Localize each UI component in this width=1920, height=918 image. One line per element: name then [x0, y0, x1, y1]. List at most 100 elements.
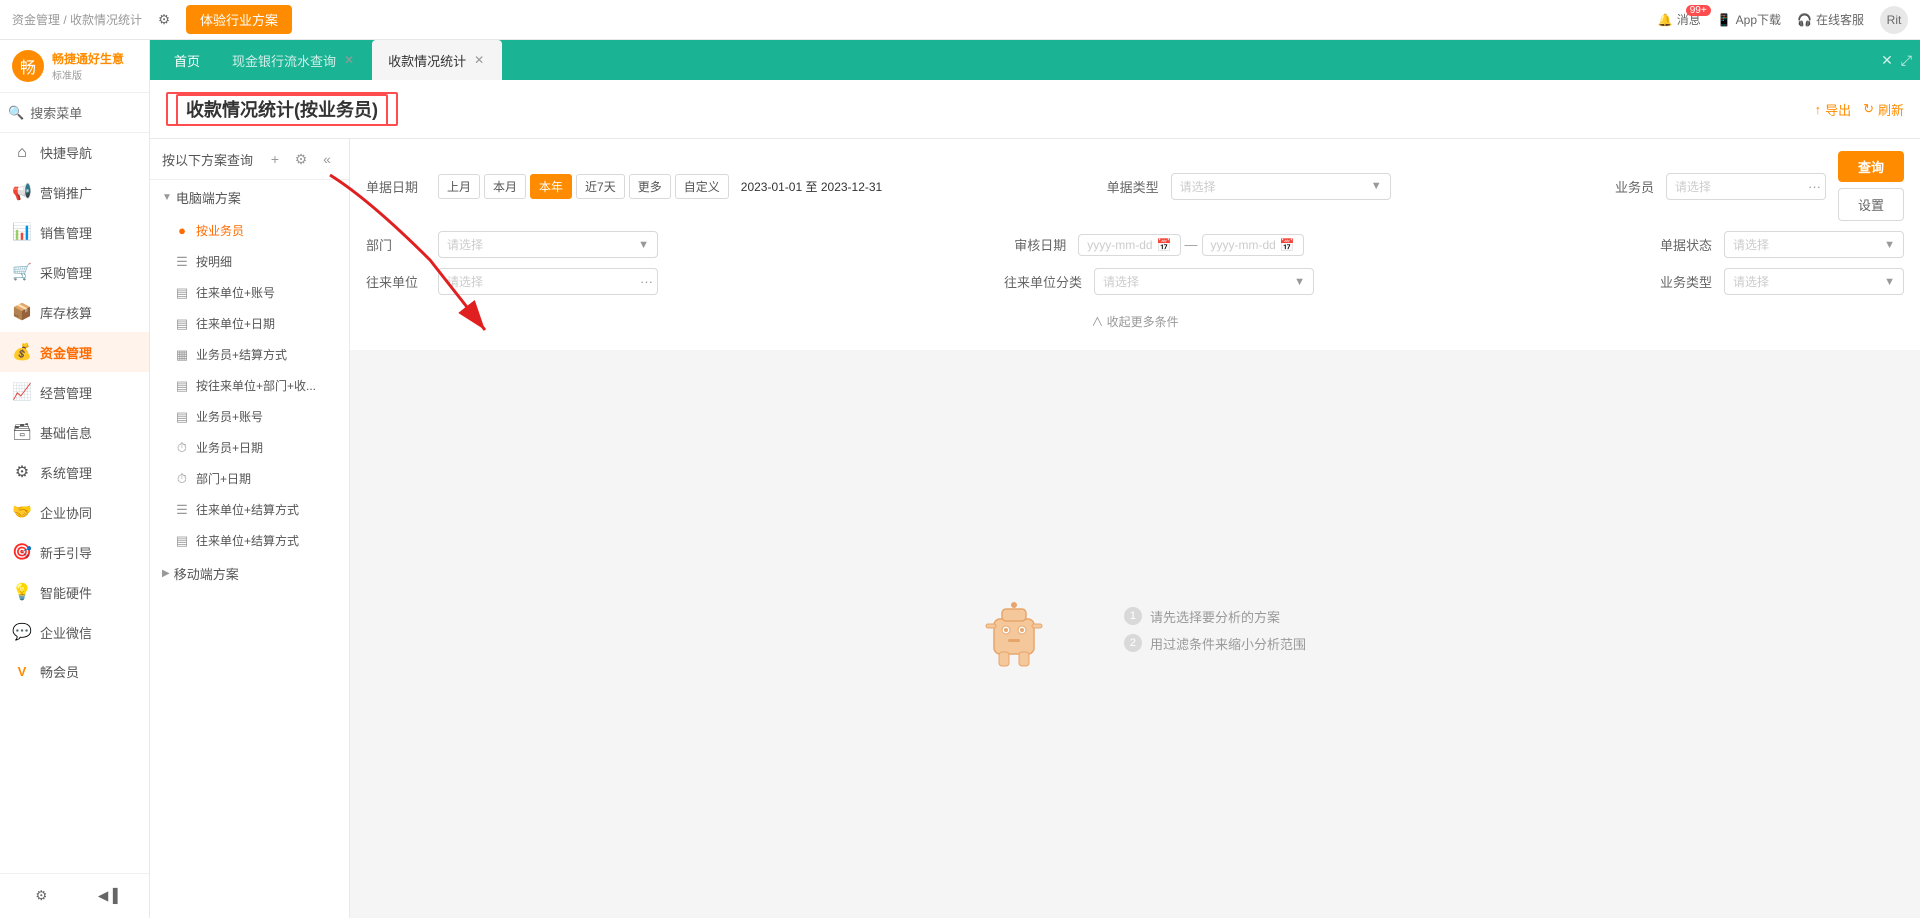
trial-button[interactable]: 体验行业方案: [186, 5, 292, 34]
online-service-link[interactable]: 🎧 在线客服: [1797, 11, 1864, 28]
doc-type-label: 单据类型: [1107, 177, 1159, 196]
date-btn-custom[interactable]: 自定义: [675, 174, 729, 199]
date-btn-last-month[interactable]: 上月: [438, 174, 480, 199]
partner-label: 往来单位: [366, 272, 426, 291]
scheme-item-partner-dept-receipt[interactable]: ▤ 按往来单位+部门+收...: [150, 370, 349, 401]
main-body: 按以下方案查询 + ⚙ « ▼ 电脑端方案 ● 按业务: [150, 139, 1920, 918]
tab-maximize-button[interactable]: ⤢: [1901, 52, 1912, 69]
scheme-group-mobile[interactable]: ▶ 移动端方案: [150, 556, 349, 591]
doc-type-dropdown[interactable]: 请选择 ▼: [1171, 173, 1391, 200]
edition-tag: 标准版: [52, 67, 124, 82]
scheme-item-salesman-date[interactable]: ⏱ 业务员+日期: [150, 432, 349, 463]
logo-text: 畅捷通好生意: [52, 50, 124, 67]
user-avatar[interactable]: Rit: [1880, 6, 1908, 34]
export-icon: ↑: [1815, 102, 1822, 117]
date-btn-more[interactable]: 更多: [629, 174, 671, 199]
filter-row-1: 单据日期 上月 本月 本年 近7天 更多 自定义: [366, 151, 1904, 221]
logo-icon: 畅: [12, 50, 44, 82]
dept-chevron-icon: ▼: [638, 239, 649, 251]
sidebar-item-quick-nav[interactable]: ⌂ 快捷导航: [0, 133, 149, 172]
tab-close-all-button[interactable]: ✕: [1881, 52, 1893, 69]
date-btn-7days[interactable]: 近7天: [576, 174, 625, 199]
hardware-icon: 💡: [12, 582, 32, 602]
group-arrow-icon: ▼: [162, 192, 172, 203]
filter-section: 单据日期 上月 本月 本年 近7天 更多 自定义: [350, 139, 1920, 350]
doc-status-dropdown[interactable]: 请选择 ▼: [1724, 231, 1904, 258]
query-button[interactable]: 查询: [1838, 151, 1904, 182]
salesman-settle-icon: ▦: [174, 347, 190, 363]
date-btn-this-month[interactable]: 本月: [484, 174, 526, 199]
scheme-panel: 按以下方案查询 + ⚙ « ▼ 电脑端方案 ● 按业务: [150, 139, 350, 918]
tab-receipt-stats[interactable]: 收款情况统计 ✕: [372, 40, 502, 80]
tab-bank-flow[interactable]: 现金银行流水查询 ✕: [216, 40, 372, 80]
partner-category-dropdown[interactable]: 请选择 ▼: [1094, 268, 1314, 295]
purchase-icon: 🛒: [12, 262, 32, 282]
biz-type-dropdown[interactable]: 请选择 ▼: [1724, 268, 1904, 295]
marketing-icon: 📢: [12, 182, 32, 202]
collapse-conditions-button[interactable]: ∧ 收起更多条件: [366, 305, 1904, 338]
date-label: 单据日期: [366, 177, 426, 196]
messages-button[interactable]: 🔔 消息 99+: [1658, 11, 1701, 28]
manage-scheme-button[interactable]: ⚙: [291, 149, 311, 169]
doc-status-label: 单据状态: [1660, 235, 1712, 254]
download-icon: 📱: [1717, 13, 1732, 27]
scheme-item-by-salesman[interactable]: ● 按业务员: [150, 215, 349, 246]
sidebar-item-wechat[interactable]: 💬 企业微信: [0, 612, 149, 652]
scheme-item-partner-account[interactable]: ▤ 往来单位+账号: [150, 277, 349, 308]
scheme-item-salesman-account[interactable]: ▤ 业务员+账号: [150, 401, 349, 432]
review-date-from[interactable]: yyyy-mm-dd 📅: [1078, 234, 1180, 256]
tab-bank-flow-close[interactable]: ✕: [342, 51, 356, 69]
collapse-scheme-button[interactable]: «: [317, 149, 337, 169]
sidebar-item-finance[interactable]: 💰 资金管理: [0, 332, 149, 372]
refresh-icon: ↻: [1863, 101, 1874, 117]
sidebar-item-guide[interactable]: 🎯 新手引导: [0, 532, 149, 572]
sidebar-item-hardware[interactable]: 💡 智能硬件: [0, 572, 149, 612]
scheme-item-dept-date[interactable]: ⏱ 部门+日期: [150, 463, 349, 494]
partner-more-icon[interactable]: ···: [636, 274, 657, 289]
sidebar-item-corp[interactable]: 🤝 企业协同: [0, 492, 149, 532]
review-date-label: 审核日期: [1014, 235, 1066, 254]
partner-field[interactable]: 请选择 ···: [438, 268, 658, 295]
sidebar: 畅 畅捷通好生意 标准版 🔍 搜索菜单 ⌂ 快捷导航 📢 营销推广 📊 销售管理…: [0, 40, 150, 918]
sidebar-collapse-button[interactable]: ◀▐: [94, 882, 122, 910]
app-download-link[interactable]: 📱 App下载: [1717, 11, 1781, 28]
scheme-group-desktop[interactable]: ▼ 电脑端方案: [150, 180, 349, 215]
sidebar-item-purchase[interactable]: 🛒 采购管理: [0, 252, 149, 292]
salesman-more-icon[interactable]: ···: [1804, 179, 1825, 194]
sidebar-item-basic[interactable]: 🗃 基础信息: [0, 412, 149, 452]
partner-category-chevron-icon: ▼: [1294, 276, 1305, 288]
scheme-item-partner-settle1[interactable]: ☰ 往来单位+结算方式: [150, 494, 349, 525]
export-button[interactable]: ↑ 导出: [1815, 100, 1852, 119]
scheme-item-salesman-settle[interactable]: ▦ 业务员+结算方式: [150, 339, 349, 370]
page-title: 收款情况统计(按业务员): [176, 94, 388, 126]
sidebar-settings-button[interactable]: ⚙: [27, 882, 55, 910]
sidebar-item-system[interactable]: ⚙ 系统管理: [0, 452, 149, 492]
settings-button[interactable]: ⚙: [150, 6, 178, 34]
sidebar-item-member[interactable]: V 畅会员: [0, 652, 149, 691]
tab-receipt-stats-close[interactable]: ✕: [472, 51, 486, 69]
filter-row-2: 部门 请选择 ▼ 审核日期 yyyy-mm-dd: [366, 231, 1904, 258]
sidebar-item-inventory[interactable]: 📦 库存核算: [0, 292, 149, 332]
scheme-item-partner-date[interactable]: ▤ 往来单位+日期: [150, 308, 349, 339]
basic-icon: 🗃: [12, 422, 32, 442]
logo-area: 畅 畅捷通好生意 标准版: [0, 40, 149, 93]
filter-settings-button[interactable]: 设置: [1838, 188, 1904, 221]
search-menu-item[interactable]: 🔍 搜索菜单: [0, 93, 149, 133]
system-icon: ⚙: [12, 462, 32, 482]
salesman-label: 业务员: [1615, 177, 1654, 196]
inventory-icon: 📦: [12, 302, 32, 322]
add-scheme-button[interactable]: +: [265, 149, 285, 169]
refresh-button[interactable]: ↻ 刷新: [1863, 100, 1904, 119]
review-date-to[interactable]: yyyy-mm-dd 📅: [1202, 234, 1304, 256]
salesman-field[interactable]: 请选择 ···: [1666, 173, 1826, 200]
sidebar-item-operations[interactable]: 📈 经营管理: [0, 372, 149, 412]
sidebar-item-sales[interactable]: 📊 销售管理: [0, 212, 149, 252]
sales-icon: 📊: [12, 222, 32, 242]
tab-home[interactable]: 首页: [158, 40, 216, 80]
sidebar-item-marketing[interactable]: 📢 营销推广: [0, 172, 149, 212]
scheme-item-by-detail[interactable]: ☰ 按明细: [150, 246, 349, 277]
date-btn-this-year[interactable]: 本年: [530, 174, 572, 199]
home-icon: ⌂: [12, 144, 32, 162]
scheme-item-partner-settle2[interactable]: ▤ 往来单位+结算方式: [150, 525, 349, 556]
dept-dropdown[interactable]: 请选择 ▼: [438, 231, 658, 258]
